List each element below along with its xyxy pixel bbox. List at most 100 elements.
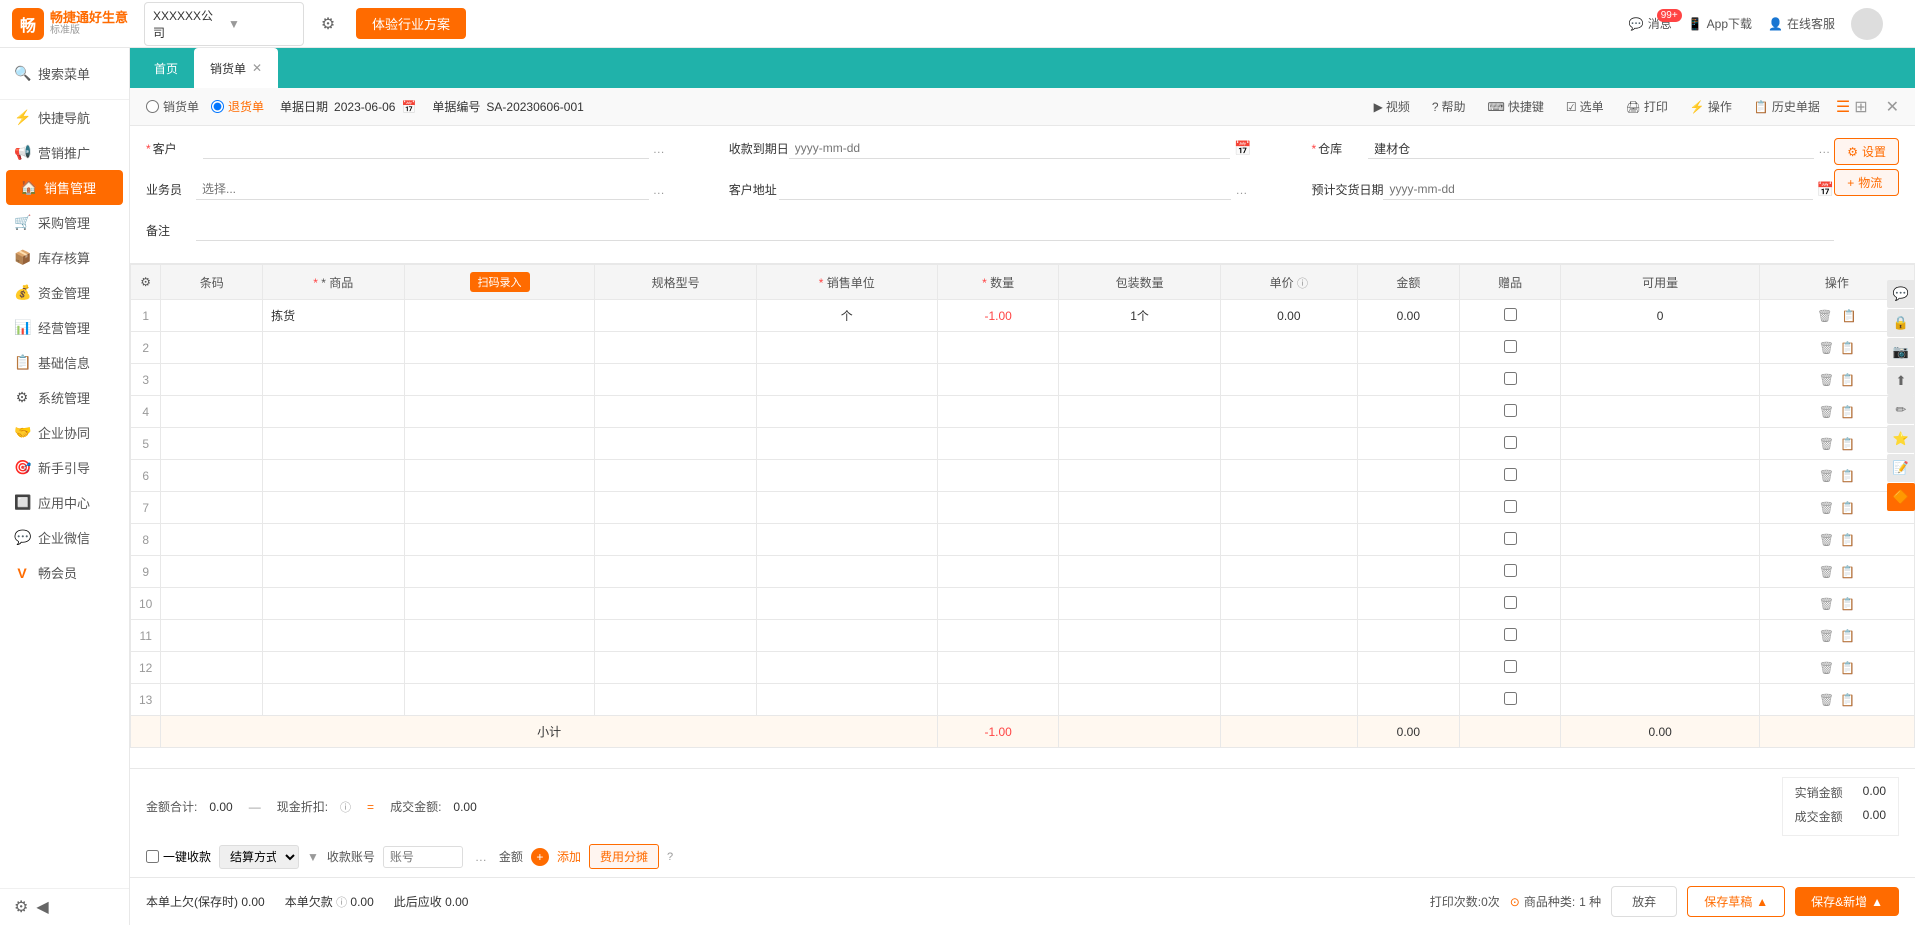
close-form-icon[interactable]: ✕ [1886, 97, 1899, 117]
delete-icon[interactable]: 🗑 [1819, 597, 1834, 611]
spec-cell[interactable] [595, 524, 756, 556]
gift-cell[interactable] [1459, 588, 1561, 620]
sidebar-item-wechat[interactable]: 💬 企业微信 [0, 520, 129, 555]
barcode-cell[interactable] [161, 364, 263, 396]
gift-checkbox[interactable] [1504, 436, 1517, 449]
price-info-icon[interactable]: ⓘ [1297, 278, 1308, 290]
barcode-cell[interactable] [161, 428, 263, 460]
amount-cell[interactable] [1358, 396, 1460, 428]
category-radio-icon[interactable]: ⊙ [1510, 895, 1520, 909]
product-cell[interactable] [263, 556, 404, 588]
gift-checkbox[interactable] [1504, 532, 1517, 545]
sidebar-item-enterprise[interactable]: 🤝 企业协同 [0, 415, 129, 450]
barcode-cell[interactable] [161, 396, 263, 428]
account-dots-btn[interactable]: … [471, 850, 491, 864]
delivery-date-calendar-icon[interactable]: 📅 [1817, 181, 1834, 198]
amount-cell[interactable] [1358, 620, 1460, 652]
settlement-method-select[interactable]: 结算方式 [219, 845, 299, 869]
pkg-qty-cell[interactable] [1059, 652, 1220, 684]
copy-icon[interactable]: 📋 [1840, 373, 1855, 387]
price-cell[interactable] [1220, 460, 1357, 492]
gift-cell[interactable] [1459, 524, 1561, 556]
gift-checkbox[interactable] [1504, 468, 1517, 481]
qty-cell[interactable] [937, 524, 1059, 556]
payment-due-input[interactable] [789, 138, 1230, 159]
price-cell[interactable] [1220, 588, 1357, 620]
pkg-qty-cell[interactable] [1059, 684, 1220, 716]
salesperson-input[interactable] [196, 179, 649, 200]
pkg-qty-cell[interactable] [1059, 556, 1220, 588]
copy-icon[interactable]: 📋 [1840, 469, 1855, 483]
payment-due-calendar-icon[interactable]: 📅 [1234, 140, 1251, 157]
unit-cell[interactable] [756, 684, 937, 716]
copy-icon[interactable]: 📋 [1840, 341, 1855, 355]
sidebar-item-operation[interactable]: 📊 经营管理 [0, 310, 129, 345]
unit-cell[interactable] [756, 524, 937, 556]
gift-cell[interactable] [1459, 652, 1561, 684]
radio-sales-input[interactable] [146, 100, 159, 113]
gift-cell[interactable] [1459, 460, 1561, 492]
product-cell[interactable] [263, 524, 404, 556]
user-avatar[interactable] [1851, 8, 1883, 40]
sidebar-item-finance[interactable]: 💰 资金管理 [0, 275, 129, 310]
shortcuts-btn[interactable]: ⌨ 快捷键 [1482, 96, 1550, 117]
product-cell[interactable] [263, 588, 404, 620]
gift-checkbox[interactable] [1504, 372, 1517, 385]
app-download-button[interactable]: 📱 App下载 [1688, 15, 1752, 32]
unit-cell[interactable] [756, 332, 937, 364]
scan-btn[interactable]: 扫码录入 [470, 272, 530, 292]
spec-cell[interactable] [595, 460, 756, 492]
gift-checkbox[interactable] [1504, 692, 1517, 705]
unit-cell[interactable] [756, 652, 937, 684]
row-1-gift-checkbox[interactable] [1504, 308, 1517, 321]
copy-icon[interactable]: 📋 [1840, 533, 1855, 547]
qty-cell[interactable] [937, 684, 1059, 716]
print-btn[interactable]: 🖨 打印 [1620, 96, 1674, 117]
copy-icon[interactable]: 📋 [1840, 565, 1855, 579]
salesperson-dots-btn[interactable]: … [649, 183, 669, 197]
total-debt-info-icon[interactable]: ⓘ [336, 897, 347, 909]
product-cell[interactable] [263, 332, 404, 364]
qty-cell[interactable] [937, 556, 1059, 588]
history-btn[interactable]: 📋 历史单据 [1748, 96, 1826, 117]
product-cell[interactable] [263, 428, 404, 460]
price-cell[interactable] [1220, 364, 1357, 396]
amount-cell[interactable] [1358, 492, 1460, 524]
settlement-dropdown-icon[interactable]: ▼ [307, 850, 319, 864]
gift-checkbox[interactable] [1504, 340, 1517, 353]
copy-icon[interactable]: 📋 [1840, 405, 1855, 419]
row-1-amount[interactable]: 0.00 [1358, 300, 1460, 332]
warehouse-dots-btn[interactable]: … [1814, 142, 1834, 156]
sidebar-search[interactable]: 🔍 搜索菜单 [0, 56, 129, 91]
col-scan[interactable]: 扫码录入 [404, 265, 595, 300]
sidebar-item-marketing[interactable]: 📢 营销推广 [0, 135, 129, 170]
amount-cell[interactable] [1358, 332, 1460, 364]
discard-button[interactable]: 放弃 [1611, 886, 1677, 917]
date-calendar-icon[interactable]: 📅 [401, 100, 416, 114]
barcode-cell[interactable] [161, 332, 263, 364]
qty-cell[interactable] [937, 364, 1059, 396]
spec-cell[interactable] [595, 364, 756, 396]
row-1-product[interactable]: 拣货 [263, 300, 404, 332]
pkg-qty-cell[interactable] [1059, 428, 1220, 460]
qty-cell[interactable] [937, 652, 1059, 684]
amount-cell[interactable] [1358, 588, 1460, 620]
price-cell[interactable] [1220, 332, 1357, 364]
sidebar-item-guide[interactable]: 🎯 新手引导 [0, 450, 129, 485]
gift-cell[interactable] [1459, 620, 1561, 652]
delete-icon[interactable]: 🗑 [1819, 341, 1834, 355]
gift-cell[interactable] [1459, 684, 1561, 716]
barcode-cell[interactable] [161, 620, 263, 652]
row-1-spec[interactable] [595, 300, 756, 332]
settings-gear-icon[interactable]: ⚙ [312, 8, 344, 40]
spec-cell[interactable] [595, 652, 756, 684]
barcode-cell[interactable] [161, 492, 263, 524]
gift-checkbox[interactable] [1504, 660, 1517, 673]
delete-icon[interactable]: 🗑 [1819, 405, 1834, 419]
right-btn-camera[interactable]: 📷 [1887, 338, 1915, 366]
unit-cell[interactable] [756, 364, 937, 396]
customer-address-input[interactable] [779, 179, 1232, 200]
unit-cell[interactable] [756, 492, 937, 524]
delete-icon[interactable]: 🗑 [1819, 533, 1834, 547]
price-cell[interactable] [1220, 620, 1357, 652]
